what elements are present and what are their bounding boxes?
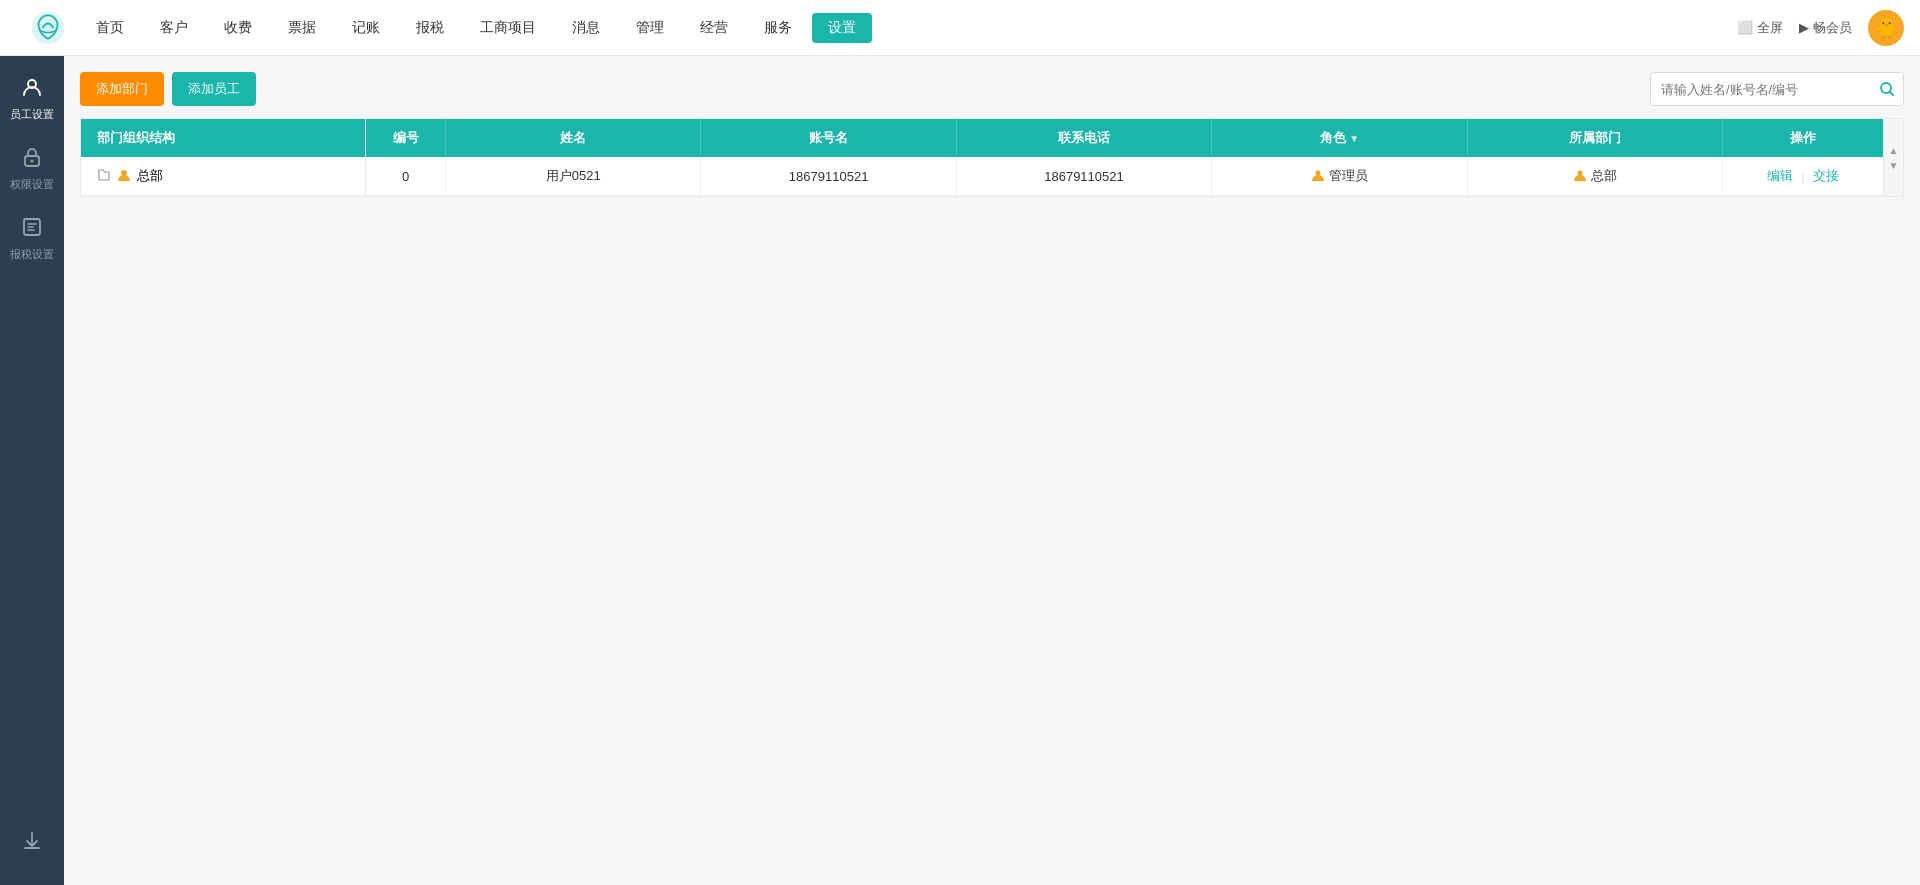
dept-file-icon bbox=[97, 168, 111, 185]
fullscreen-btn[interactable]: ⬜ 全屏 bbox=[1737, 19, 1783, 37]
avatar-icon: 🐥 bbox=[1874, 16, 1899, 40]
scroll-down-button[interactable]: ▼ bbox=[1887, 158, 1901, 173]
scroll-up-button[interactable]: ▲ bbox=[1887, 143, 1901, 158]
download-icon bbox=[21, 830, 43, 857]
dept-row-icon bbox=[1573, 168, 1587, 185]
add-dept-button[interactable]: 添加部门 bbox=[80, 72, 164, 106]
nav-tax[interactable]: 报税 bbox=[400, 13, 460, 43]
table-inner: 编号 姓名 账号名 联系电话 角色 ▼ 所属部门 操作 0 bbox=[366, 119, 1883, 196]
nav-customer[interactable]: 客户 bbox=[144, 13, 204, 43]
th-phone: 联系电话 bbox=[957, 119, 1212, 157]
sidebar-tax-label: 报税设置 bbox=[10, 247, 54, 262]
nav-accounting[interactable]: 记账 bbox=[336, 13, 396, 43]
member-icon: ▶ bbox=[1799, 20, 1809, 35]
avatar[interactable]: 🐥 bbox=[1868, 10, 1904, 46]
td-phone: 18679110521 bbox=[957, 157, 1212, 195]
dept-user-icon bbox=[117, 168, 131, 185]
th-id: 编号 bbox=[366, 119, 446, 157]
add-emp-button[interactable]: 添加员工 bbox=[172, 72, 256, 106]
sidebar: 员工设置 权限设置 报税设置 bbox=[0, 56, 64, 885]
td-actions: 编辑 | 交接 bbox=[1723, 157, 1883, 195]
table-panel: 编号 姓名 账号名 联系电话 角色 ▼ 所属部门 操作 0 bbox=[366, 119, 1903, 196]
th-dept: 所属部门 bbox=[1468, 119, 1723, 157]
td-role: 管理员 bbox=[1212, 157, 1467, 195]
sidebar-item-tax[interactable]: 报税设置 bbox=[0, 204, 64, 274]
top-nav: 首页 客户 收费 票据 记账 报税 工商项目 消息 管理 经营 服务 设置 ⬜ … bbox=[0, 0, 1920, 56]
sidebar-item-employee[interactable]: 员工设置 bbox=[0, 64, 64, 134]
sidebar-bottom bbox=[13, 818, 51, 885]
nav-home[interactable]: 首页 bbox=[80, 13, 140, 43]
nav-business[interactable]: 工商项目 bbox=[464, 13, 552, 43]
action-divider: | bbox=[1801, 169, 1804, 184]
dept-item-root[interactable]: 总部 bbox=[81, 157, 365, 196]
logo bbox=[16, 10, 80, 46]
th-action: 操作 bbox=[1723, 119, 1883, 157]
svg-point-3 bbox=[31, 160, 34, 163]
dept-panel: 部门组织结构 总部 bbox=[81, 119, 366, 196]
main-content: 添加部门 添加员工 部门组织结构 bbox=[64, 56, 1920, 885]
svg-point-7 bbox=[1315, 170, 1320, 175]
search-input[interactable] bbox=[1651, 76, 1871, 103]
table-header: 编号 姓名 账号名 联系电话 角色 ▼ 所属部门 操作 bbox=[366, 119, 1883, 157]
dept-panel-header: 部门组织结构 bbox=[81, 119, 365, 157]
search-button[interactable] bbox=[1871, 73, 1903, 105]
permission-icon bbox=[21, 146, 43, 173]
sort-icon: ▼ bbox=[1349, 133, 1359, 144]
nav-invoice[interactable]: 票据 bbox=[272, 13, 332, 43]
svg-point-8 bbox=[1577, 170, 1582, 175]
nav-message[interactable]: 消息 bbox=[556, 13, 616, 43]
fullscreen-label: 全屏 bbox=[1757, 19, 1783, 37]
member-btn[interactable]: ▶ 畅会员 bbox=[1799, 19, 1852, 37]
nav-right: ⬜ 全屏 ▶ 畅会员 🐥 bbox=[1737, 10, 1904, 46]
td-id: 0 bbox=[366, 157, 446, 195]
td-account: 18679110521 bbox=[701, 157, 956, 195]
table-row: 0 用户0521 18679110521 18679110521 管理 bbox=[366, 157, 1883, 196]
sidebar-permission-label: 权限设置 bbox=[10, 177, 54, 192]
tax-icon bbox=[21, 216, 43, 243]
nav-billing[interactable]: 收费 bbox=[208, 13, 268, 43]
scroll-controls: ▲ ▼ bbox=[1883, 119, 1903, 196]
search-bar bbox=[1650, 72, 1904, 106]
employee-icon bbox=[21, 76, 43, 103]
edit-link[interactable]: 编辑 bbox=[1767, 167, 1793, 185]
td-role-label: 管理员 bbox=[1329, 167, 1368, 185]
fullscreen-icon: ⬜ bbox=[1737, 20, 1753, 35]
nav-operation[interactable]: 经营 bbox=[684, 13, 744, 43]
transfer-link[interactable]: 交接 bbox=[1813, 167, 1839, 185]
toolbar: 添加部门 添加员工 bbox=[80, 72, 1904, 106]
member-label: 畅会员 bbox=[1813, 19, 1852, 37]
nav-settings[interactable]: 设置 bbox=[812, 13, 872, 43]
th-role-label: 角色 bbox=[1320, 130, 1346, 145]
th-account: 账号名 bbox=[701, 119, 956, 157]
td-name: 用户0521 bbox=[446, 157, 701, 195]
th-name: 姓名 bbox=[446, 119, 701, 157]
sidebar-employee-label: 员工设置 bbox=[10, 107, 54, 122]
td-dept-label: 总部 bbox=[1591, 167, 1617, 185]
nav-service[interactable]: 服务 bbox=[748, 13, 808, 43]
sidebar-download[interactable] bbox=[13, 818, 51, 869]
table-wrapper: 编号 姓名 账号名 联系电话 角色 ▼ 所属部门 操作 0 bbox=[366, 119, 1903, 196]
dept-root-name: 总部 bbox=[137, 167, 163, 185]
td-dept: 总部 bbox=[1468, 157, 1723, 195]
th-role[interactable]: 角色 ▼ bbox=[1212, 119, 1467, 157]
nav-manage[interactable]: 管理 bbox=[620, 13, 680, 43]
role-user-icon bbox=[1311, 168, 1325, 185]
content-area: 部门组织结构 总部 bbox=[80, 118, 1904, 197]
nav-items: 首页 客户 收费 票据 记账 报税 工商项目 消息 管理 经营 服务 设置 bbox=[80, 13, 1737, 43]
sidebar-item-permission[interactable]: 权限设置 bbox=[0, 134, 64, 204]
